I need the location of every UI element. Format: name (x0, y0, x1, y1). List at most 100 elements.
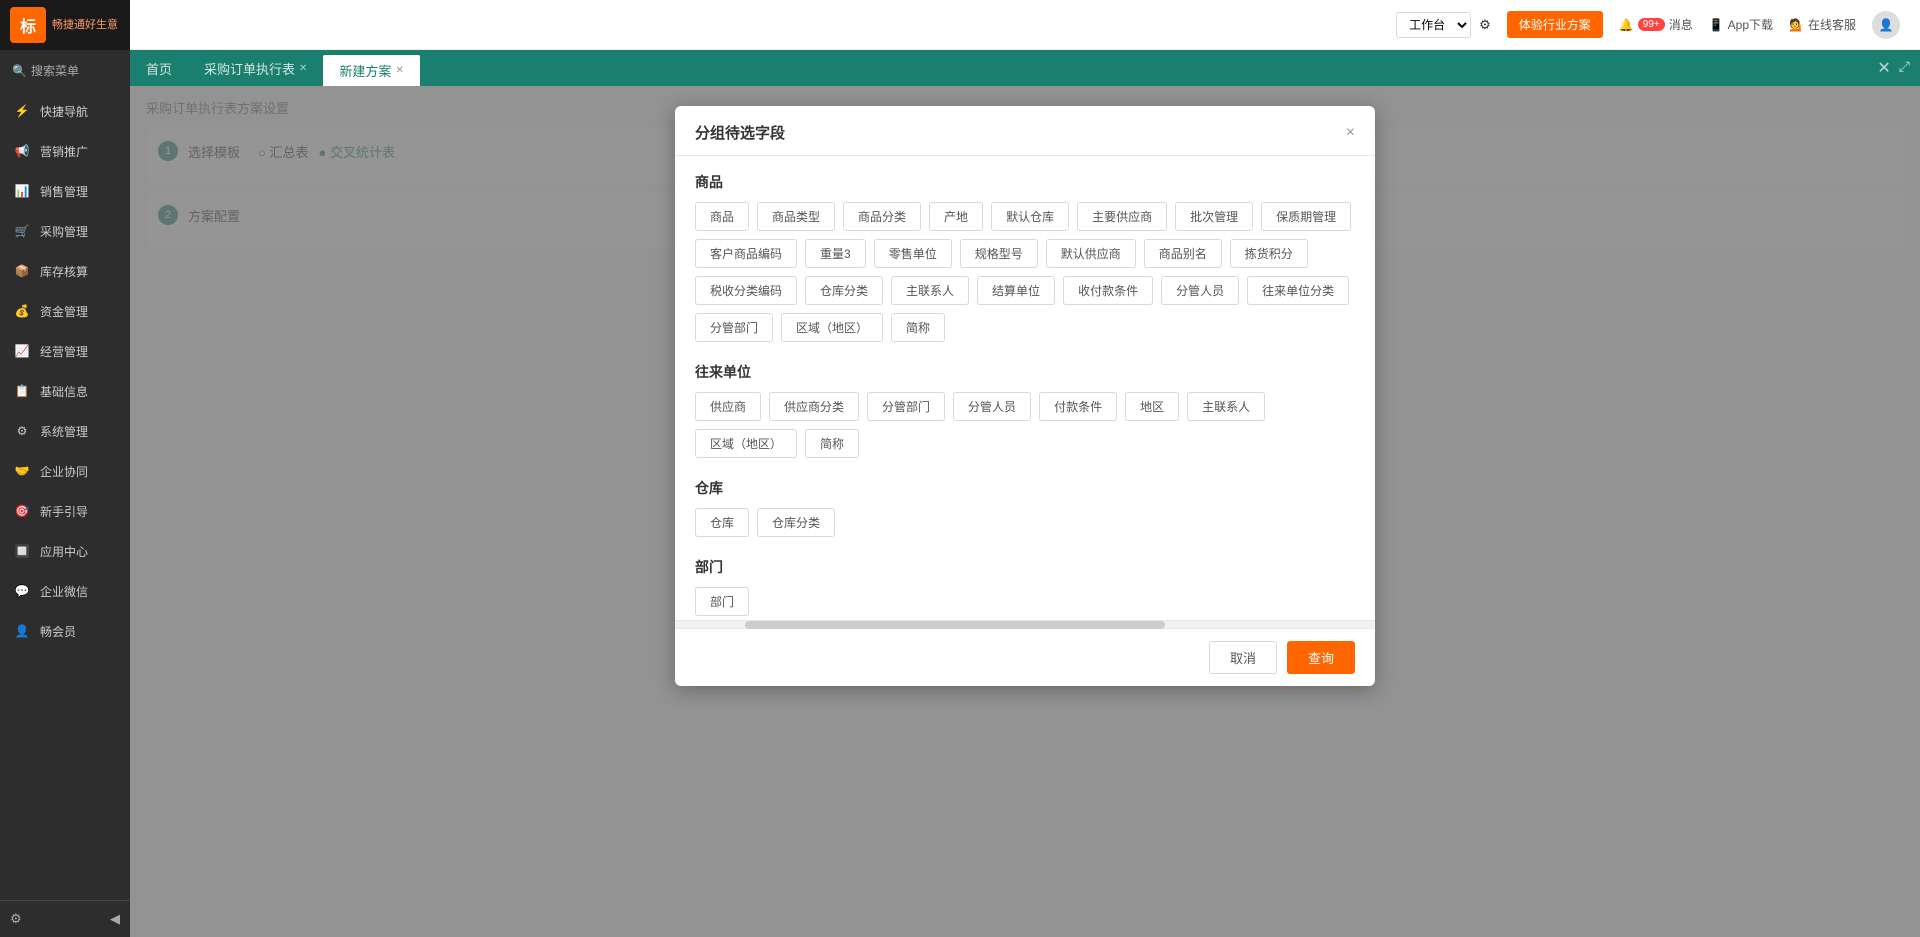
sales-icon: 📊 (12, 181, 32, 201)
enterprise-icon: 🤝 (12, 461, 32, 481)
tab-home[interactable]: 首页 (130, 53, 188, 84)
field-tag[interactable]: 往来单位分类 (1247, 276, 1349, 305)
field-tag[interactable]: 分管部门 (695, 313, 773, 342)
field-tag[interactable]: 主联系人 (1187, 392, 1265, 421)
modal-body[interactable]: 商品 商品 商品类型 商品分类 产地 默认仓库 主要供应商 批次管理 保质期管理 (675, 156, 1375, 620)
sidebar-item-label: 企业协同 (40, 463, 88, 480)
field-tag[interactable]: 区域（地区） (781, 313, 883, 342)
sidebar-item-label: 营销推广 (40, 143, 88, 160)
confirm-button[interactable]: 查询 (1287, 641, 1355, 674)
gear-icon[interactable]: ⚙ (1479, 17, 1491, 33)
sidebar-item-enterprise[interactable]: 🤝 企业协同 (0, 451, 130, 491)
sidebar-item-finance[interactable]: 💰 资金管理 (0, 291, 130, 331)
sidebar-logo: 标 畅捷通好生意 (0, 0, 130, 50)
field-tag[interactable]: 主要供应商 (1077, 202, 1167, 231)
sidebar-item-new-guide[interactable]: 🎯 新手引导 (0, 491, 130, 531)
tab-purchase-order[interactable]: 采购订单执行表 ✕ (188, 53, 323, 84)
field-tag[interactable]: 区域（地区） (695, 429, 797, 458)
search-menu-button[interactable]: 🔍 搜索菜单 (8, 58, 122, 83)
field-tag[interactable]: 供应商 (695, 392, 761, 421)
field-tag[interactable]: 地区 (1125, 392, 1179, 421)
sidebar-bottom: ⚙ ◀ (0, 900, 130, 937)
field-tag[interactable]: 主联系人 (891, 276, 969, 305)
app-download-item[interactable]: 📱 App下载 (1709, 16, 1773, 33)
sidebar-item-system[interactable]: ⚙ 系统管理 (0, 411, 130, 451)
field-tag[interactable]: 保质期管理 (1261, 202, 1351, 231)
field-tag[interactable]: 商品分类 (843, 202, 921, 231)
tab-new-plan[interactable]: 新建方案 ✕ (323, 53, 419, 86)
cancel-button[interactable]: 取消 (1209, 641, 1277, 674)
field-tag[interactable]: 付款条件 (1039, 392, 1117, 421)
modal-close-button[interactable]: × (1346, 124, 1355, 142)
top-bar: 工作台 ⚙ 体验行业方案 🔔 99+ 消息 📱 App下载 💁 在线客服 (130, 0, 1920, 50)
sidebar-item-quick-nav[interactable]: ⚡ 快捷导航 (0, 91, 130, 131)
sidebar-item-marketing[interactable]: 📢 营销推广 (0, 131, 130, 171)
sidebar-item-label: 快捷导航 (40, 103, 88, 120)
workspace-dropdown[interactable]: 工作台 (1396, 12, 1471, 38)
field-tag[interactable]: 规格型号 (960, 239, 1038, 268)
logo-text: 畅捷通好生意 (52, 18, 118, 32)
sidebar-item-basic-info[interactable]: 📋 基础信息 (0, 371, 130, 411)
experience-btn[interactable]: 体验行业方案 (1507, 11, 1603, 38)
field-tag[interactable]: 客户商品编码 (695, 239, 797, 268)
tab-new-plan-close-icon[interactable]: ✕ (395, 65, 403, 76)
field-tag[interactable]: 默认仓库 (991, 202, 1069, 231)
close-all-icon[interactable]: ✕ (1877, 58, 1890, 78)
user-avatar[interactable]: 👤 (1872, 11, 1900, 39)
field-tag[interactable]: 零售单位 (874, 239, 952, 268)
app-icon: 📱 (1709, 18, 1724, 32)
tab-close-icon[interactable]: ✕ (299, 63, 307, 74)
sidebar: 标 畅捷通好生意 🔍 搜索菜单 ⚡ 快捷导航 📢 营销推广 📊 销售管理 🛒 采… (0, 0, 130, 937)
field-tag[interactable]: 商品类型 (757, 202, 835, 231)
field-tag[interactable]: 商品别名 (1144, 239, 1222, 268)
modal-horizontal-scrollbar[interactable] (675, 620, 1375, 628)
field-group-warehouse: 仓库 仓库 仓库分类 (695, 478, 1355, 537)
tab-home-label: 首页 (146, 59, 172, 78)
sidebar-item-sales[interactable]: 📊 销售管理 (0, 171, 130, 211)
expand-icon[interactable]: ⤢ (1899, 58, 1910, 78)
field-tag[interactable]: 仓库分类 (757, 508, 835, 537)
field-tag[interactable]: 分管部门 (867, 392, 945, 421)
field-tag[interactable]: 商品 (695, 202, 749, 231)
field-tag[interactable]: 简称 (891, 313, 945, 342)
sidebar-item-app-center[interactable]: 🔲 应用中心 (0, 531, 130, 571)
notification-item[interactable]: 🔔 99+ 消息 (1619, 16, 1693, 33)
sidebar-item-purchase[interactable]: 🛒 采购管理 (0, 211, 130, 251)
tabs-container: 首页 采购订单执行表 ✕ 新建方案 ✕ ✕ ⤢ (130, 50, 1920, 86)
field-tag[interactable]: 默认供应商 (1046, 239, 1136, 268)
sidebar-item-inventory[interactable]: 📦 库存核算 (0, 251, 130, 291)
field-tag[interactable]: 批次管理 (1175, 202, 1253, 231)
collapse-button[interactable]: ◀ (100, 901, 130, 937)
field-tag[interactable]: 税收分类编码 (695, 276, 797, 305)
modal-title: 分组待选字段 (695, 122, 785, 143)
sidebar-item-label: 系统管理 (40, 423, 88, 440)
field-tag[interactable]: 产地 (929, 202, 983, 231)
field-tag[interactable]: 分管人员 (1161, 276, 1239, 305)
sidebar-item-label: 企业微信 (40, 583, 88, 600)
field-tag[interactable]: 简称 (805, 429, 859, 458)
sidebar-item-label: 经营管理 (40, 343, 88, 360)
tab-actions: ✕ ⤢ (1877, 58, 1920, 78)
modal-footer: 取消 查询 (675, 628, 1375, 686)
sidebar-item-label: 库存核算 (40, 263, 88, 280)
modal-overlay: 分组待选字段 × 商品 商品 商品类型 商品分类 产地 默认 (130, 86, 1920, 937)
sidebar-item-enterprise-wx[interactable]: 💬 企业微信 (0, 571, 130, 611)
field-tag[interactable]: 供应商分类 (769, 392, 859, 421)
field-tag[interactable]: 分管人员 (953, 392, 1031, 421)
field-tag[interactable]: 结算单位 (977, 276, 1055, 305)
field-tag[interactable]: 拣货积分 (1230, 239, 1308, 268)
field-tag[interactable]: 重量3 (805, 239, 866, 268)
field-tag[interactable]: 仓库分类 (805, 276, 883, 305)
field-group-department: 部门 部门 (695, 557, 1355, 616)
settings-button[interactable]: ⚙ (0, 901, 32, 937)
member-icon: 👤 (12, 621, 32, 641)
online-service-item[interactable]: 💁 在线客服 (1789, 16, 1856, 33)
inventory-icon: 📦 (12, 261, 32, 281)
field-tag[interactable]: 部门 (695, 587, 749, 616)
sidebar-item-operations[interactable]: 📈 经营管理 (0, 331, 130, 371)
modal-header: 分组待选字段 × (675, 106, 1375, 156)
basic-info-icon: 📋 (12, 381, 32, 401)
sidebar-item-member[interactable]: 👤 畅会员 (0, 611, 130, 651)
field-tag[interactable]: 仓库 (695, 508, 749, 537)
field-tag[interactable]: 收付款条件 (1063, 276, 1153, 305)
